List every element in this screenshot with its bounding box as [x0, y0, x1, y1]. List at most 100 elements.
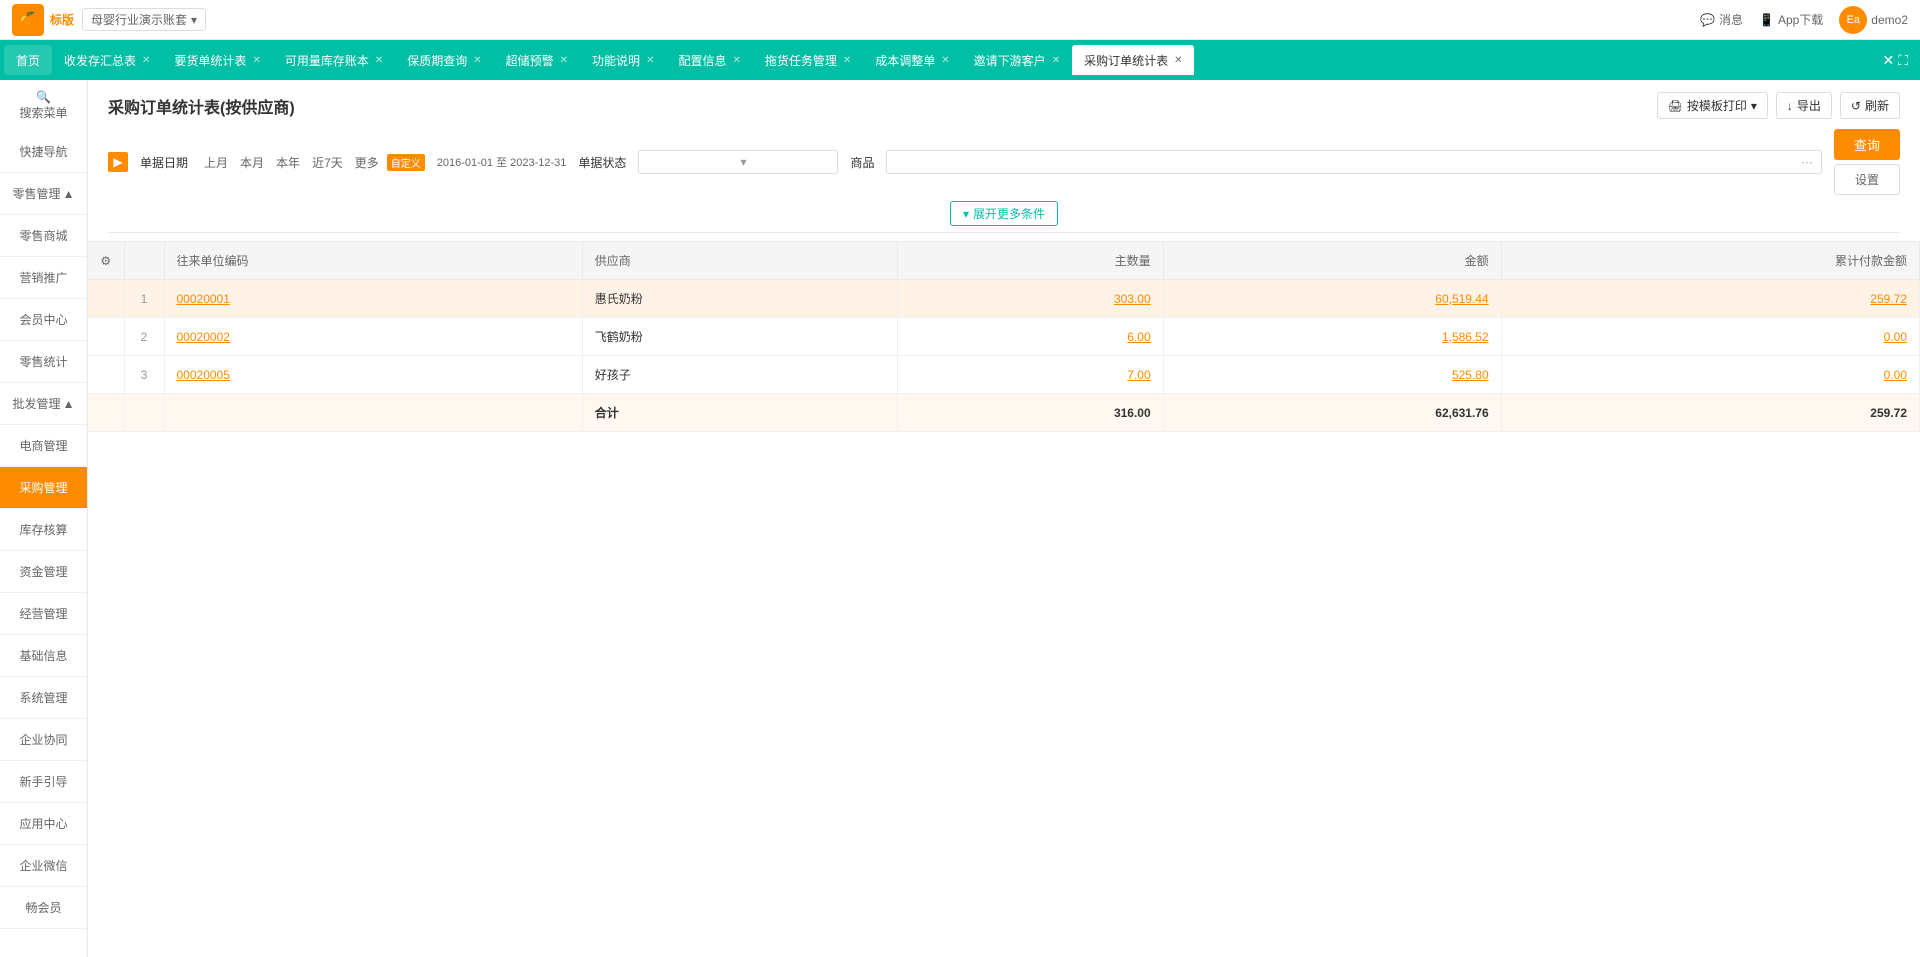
- sidebar-item-changyuan[interactable]: 畅会员: [0, 887, 87, 929]
- close-icon[interactable]: ✕: [1052, 55, 1060, 66]
- expand-conditions-button[interactable]: ▾ 展开更多条件: [950, 201, 1058, 226]
- code-link[interactable]: 00020005: [177, 368, 230, 382]
- amount-link[interactable]: 1,586.52: [1442, 330, 1489, 344]
- sidebar-item-xitong[interactable]: 系统管理: [0, 677, 87, 719]
- export-button[interactable]: ↓ 导出: [1776, 92, 1832, 119]
- tab-shoufashui[interactable]: 收发存汇总表 ✕: [52, 45, 162, 75]
- query-button[interactable]: 查询: [1834, 129, 1900, 160]
- printer-icon: 🖨: [1668, 99, 1683, 113]
- shortcut-this-year[interactable]: 本年: [272, 152, 304, 173]
- close-icon[interactable]: ✕: [843, 55, 851, 66]
- close-icon[interactable]: ✕: [1174, 55, 1182, 66]
- close-icon[interactable]: ✕: [473, 55, 481, 66]
- sidebar-item-xinshou[interactable]: 新手引导: [0, 761, 87, 803]
- tab-home[interactable]: 首页: [4, 45, 52, 75]
- close-icon[interactable]: ✕: [560, 55, 568, 66]
- shortcut-this-month[interactable]: 本月: [236, 152, 268, 173]
- tab-baozhi[interactable]: 保质期查询 ✕: [395, 45, 493, 75]
- quantity-link[interactable]: 6.00: [1127, 330, 1150, 344]
- code-link[interactable]: 00020002: [177, 330, 230, 344]
- table-header: ⚙ 往来单位编码 供应商 主数量 金额 累计付款金额: [88, 242, 1920, 280]
- tab-chaochuyujing[interactable]: 超储预警 ✕: [494, 45, 580, 75]
- close-icon[interactable]: ✕: [252, 55, 260, 66]
- nav-tabs: 首页 收发存汇总表 ✕ 要货单统计表 ✕ 可用量库存账本 ✕ 保质期查询 ✕ 超…: [0, 40, 1920, 80]
- col-settings[interactable]: ⚙: [88, 242, 124, 280]
- data-table: ⚙ 往来单位编码 供应商 主数量 金额 累计付款金额 1: [88, 242, 1920, 432]
- chevron-down-icon: ▾: [740, 155, 829, 169]
- row-num: 1: [124, 280, 164, 318]
- download-icon: 📱: [1759, 13, 1774, 27]
- shortcut-7days[interactable]: 近7天: [308, 152, 347, 173]
- amount-link[interactable]: 60,519.44: [1435, 292, 1488, 306]
- col-code: 往来单位编码: [164, 242, 582, 280]
- row-settings: [88, 318, 124, 356]
- content-area: 采购订单统计表(按供应商) 🖨 按模板打印 ▾ ↓ 导出 ↺ 刷新: [88, 80, 1920, 957]
- sidebar-item-lingshoucollapse1[interactable]: 零售商城: [0, 215, 87, 257]
- quantity-link[interactable]: 7.00: [1127, 368, 1150, 382]
- tab-chengben[interactable]: 成本调整单 ✕: [863, 45, 961, 75]
- close-icon[interactable]: ✕: [732, 55, 740, 66]
- paid-link[interactable]: 0.00: [1884, 368, 1907, 382]
- tab-gongneng[interactable]: 功能说明 ✕: [580, 45, 666, 75]
- tab-yaohuo[interactable]: 要货单统计表 ✕: [162, 45, 272, 75]
- filter-area: ▶ 单据日期 上月 本月 本年 近7天 更多 自定义 2016-01-01 至 …: [108, 129, 1900, 233]
- sidebar-item-yingxiao[interactable]: 营销推广: [0, 257, 87, 299]
- amount-link[interactable]: 525.80: [1452, 368, 1489, 382]
- row-quantity: 303.00: [897, 280, 1163, 318]
- sidebar-item-pifa[interactable]: 批发管理 ▲: [0, 383, 87, 425]
- sidebar-item-lingshou[interactable]: 零售管理 ▲: [0, 173, 87, 215]
- sidebar-item-lingshoustat[interactable]: 零售统计: [0, 341, 87, 383]
- refresh-icon: ↺: [1851, 99, 1861, 113]
- sidebar-item-yingyong[interactable]: 应用中心: [0, 803, 87, 845]
- message-button[interactable]: 💬 消息: [1700, 11, 1743, 28]
- close-icon[interactable]: ✕: [142, 55, 150, 66]
- tab-tuohuo[interactable]: 拖货任务管理 ✕: [753, 45, 863, 75]
- tab-yaoqing[interactable]: 邀请下游客户 ✕: [962, 45, 1072, 75]
- tab-peizhi[interactable]: 配置信息 ✕: [666, 45, 752, 75]
- footer-amount: 62,631.76: [1163, 394, 1501, 432]
- sidebar-item-jichu[interactable]: 基础信息: [0, 635, 87, 677]
- shortcut-more[interactable]: 更多: [351, 152, 383, 173]
- paid-link[interactable]: 259.72: [1870, 292, 1907, 306]
- maximize-icon[interactable]: ⛶: [1898, 52, 1908, 69]
- app-download-button[interactable]: 📱 App下载: [1759, 11, 1823, 28]
- page-title-row: 采购订单统计表(按供应商) 🖨 按模板打印 ▾ ↓ 导出 ↺ 刷新: [108, 92, 1900, 119]
- status-select[interactable]: ▾: [638, 150, 838, 174]
- workspace-label: 母婴行业演示账套: [91, 11, 187, 28]
- message-icon: 💬: [1700, 13, 1715, 27]
- sidebar-item-caigou[interactable]: 采购管理: [0, 467, 87, 509]
- refresh-button[interactable]: ↺ 刷新: [1840, 92, 1900, 119]
- close-window-icon[interactable]: ✕: [1882, 52, 1894, 69]
- custom-tag[interactable]: 自定义: [387, 154, 425, 171]
- close-icon[interactable]: ✕: [375, 55, 383, 66]
- tab-keyongliang[interactable]: 可用量库存账本 ✕: [273, 45, 395, 75]
- template-print-button[interactable]: 🖨 按模板打印 ▾: [1657, 92, 1768, 119]
- user-avatar: Ea: [1839, 6, 1867, 34]
- settings-button[interactable]: 设置: [1834, 164, 1900, 195]
- sidebar-item-kucun[interactable]: 库存核算: [0, 509, 87, 551]
- sidebar-item-zijin[interactable]: 资金管理: [0, 551, 87, 593]
- quantity-link[interactable]: 303.00: [1114, 292, 1151, 306]
- table-body: 1 00020001 惠氏奶粉 303.00 60,519.44 259.72: [88, 280, 1920, 394]
- filter-toggle[interactable]: ▶: [108, 152, 128, 172]
- logo-area: 🍊 标版: [12, 4, 74, 36]
- sidebar-item-label: 会员中心: [19, 313, 67, 327]
- close-icon[interactable]: ✕: [646, 55, 654, 66]
- sidebar-item-qiyeweixin[interactable]: 企业微信: [0, 845, 87, 887]
- tab-caigou[interactable]: 采购订单统计表 ✕: [1072, 45, 1194, 75]
- workspace-selector[interactable]: 母婴行业演示账套 ▾: [82, 8, 206, 31]
- sidebar-item-jingying[interactable]: 经营管理: [0, 593, 87, 635]
- code-link[interactable]: 00020001: [177, 292, 230, 306]
- template-print-label: 按模板打印: [1687, 97, 1747, 114]
- sidebar-item-qiye[interactable]: 企业协同: [0, 719, 87, 761]
- page-title: 采购订单统计表(按供应商): [108, 94, 295, 118]
- sidebar-search[interactable]: 🔍 搜索菜单: [0, 80, 87, 131]
- paid-link[interactable]: 0.00: [1884, 330, 1907, 344]
- user-profile[interactable]: Ea demo2: [1839, 6, 1908, 34]
- sidebar-item-huiyuan[interactable]: 会员中心: [0, 299, 87, 341]
- sidebar-item-dianshang[interactable]: 电商管理: [0, 425, 87, 467]
- goods-input[interactable]: ···: [886, 150, 1822, 174]
- sidebar-item-kuaijie[interactable]: 快捷导航: [0, 131, 87, 173]
- shortcut-last-month[interactable]: 上月: [200, 152, 232, 173]
- close-icon[interactable]: ✕: [941, 55, 949, 66]
